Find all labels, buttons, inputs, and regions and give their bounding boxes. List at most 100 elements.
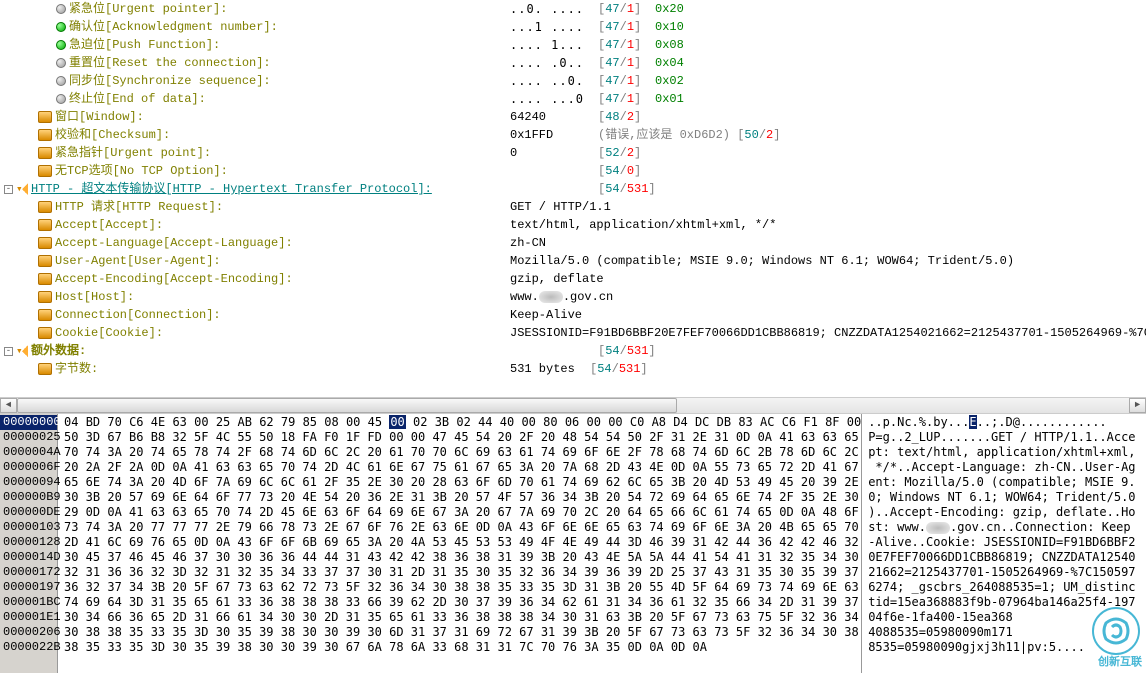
field-value: JSESSIONID=F91BD6BBF20E7FEF70066DD1CBB86… (510, 324, 1146, 342)
field-value: 0x1FFD (510, 126, 553, 144)
tree-row[interactable]: Accept-Language[Accept-Language]:zh-CN (0, 234, 1146, 252)
tree-row[interactable]: 重置位[Reset the connection]:.... .0..[47/1… (0, 54, 1146, 72)
hex-ascii-row[interactable]: 6274; _gscbrs_264088535=1; UM_distinc (868, 580, 1135, 595)
hex-bytes-row[interactable]: 74 69 64 3D 31 35 65 61 33 36 38 38 38 3… (64, 595, 861, 610)
hex-offset[interactable]: 00000025 (0, 430, 57, 445)
field-value: 531 bytes (510, 360, 575, 378)
hex-ascii-row[interactable]: st: www..gov.cn..Connection: Keep (868, 520, 1135, 535)
tree-row[interactable]: Connection[Connection]:Keep-Alive (0, 306, 1146, 324)
tree-row[interactable]: 同步位[Synchronize sequence]:.... ..0.[47/1… (0, 72, 1146, 90)
hex-offset[interactable]: 000000DE (0, 505, 57, 520)
hex-offset[interactable]: 00000128 (0, 535, 57, 550)
flag-on-icon (56, 40, 66, 50)
offset-length: [47/1] (598, 36, 641, 54)
tree-row[interactable]: 紧急位[Urgent pointer]:..0. ....[47/1]0x20 (0, 0, 1146, 18)
hex-bytes-row[interactable]: 29 0D 0A 41 63 63 65 70 74 2D 45 6E 63 6… (64, 505, 861, 520)
hex-bytes-row[interactable]: 73 74 3A 20 77 77 77 2E 79 66 78 73 2E 6… (64, 520, 861, 535)
tree-row[interactable]: 校验和[Checksum]:0x1FFD(错误,应该是 0xD6D2) [50/… (0, 126, 1146, 144)
hex-ascii-row[interactable]: 8535=05980090gjxj3h11|pv:5.... (868, 640, 1135, 655)
tree-row[interactable]: 急迫位[Push Function]:.... 1...[47/1]0x08 (0, 36, 1146, 54)
field-label: 确认位[Acknowledgment number]: (69, 18, 278, 36)
hex-ascii-row[interactable]: 21662=2125437701-1505264969-%7C150597 (868, 565, 1135, 580)
hex-offset[interactable]: 0000004A (0, 445, 57, 460)
hex-offset[interactable]: 00000103 (0, 520, 57, 535)
hex-value: 0x08 (655, 36, 684, 54)
hex-offset[interactable]: 0000006F (0, 460, 57, 475)
hex-bytes-row[interactable]: 50 3D 67 B6 B8 32 5F 4C 55 50 18 FA F0 1… (64, 430, 861, 445)
hex-ascii-row[interactable]: 4088535=05980090m171 (868, 625, 1135, 640)
hex-ascii-row[interactable]: 0; Windows NT 6.1; WOW64; Trident/5.0 (868, 490, 1135, 505)
offset-length: [54/531] (598, 180, 656, 198)
hex-ascii-row[interactable]: 04f6e-1fa400-15ea368 (868, 610, 1135, 625)
scroll-track[interactable] (17, 398, 1129, 413)
tree-row[interactable]: 终止位[End of data]:.... ...0[47/1]0x01 (0, 90, 1146, 108)
hex-ascii-row[interactable]: tid=15ea368883f9b-07964ba146a25f4-197 (868, 595, 1135, 610)
tree-row[interactable]: -HTTP - 超文本传输协议[HTTP - Hypertext Transfe… (0, 180, 1146, 198)
scroll-left-button[interactable]: ◄ (0, 398, 17, 413)
tree-row[interactable]: 字节数:531 bytes[54/531] (0, 360, 1146, 378)
hex-bytes-row[interactable]: 30 3B 20 57 69 6E 64 6F 77 73 20 4E 54 2… (64, 490, 861, 505)
field-value: zh-CN (510, 234, 546, 252)
field-icon (38, 147, 52, 159)
tree-row[interactable]: 确认位[Acknowledgment number]:...1 ....[47/… (0, 18, 1146, 36)
hex-ascii-row[interactable]: 0E7FEF70066DD1CBB86819; CNZZDATA12540 (868, 550, 1135, 565)
tree-row[interactable]: Accept-Encoding[Accept-Encoding]:gzip, d… (0, 270, 1146, 288)
tree-row[interactable]: 无TCP选项[No TCP Option]:[54/0] (0, 162, 1146, 180)
field-value: Keep-Alive (510, 306, 582, 324)
hex-offset[interactable]: 000001E1 (0, 610, 57, 625)
tree-row[interactable]: -额外数据:[54/531] (0, 342, 1146, 360)
hex-offset[interactable]: 00000172 (0, 565, 57, 580)
tree-row[interactable]: HTTP 请求[HTTP Request]:GET / HTTP/1.1 (0, 198, 1146, 216)
tree-row[interactable]: 窗口[Window]:64240[48/2] (0, 108, 1146, 126)
field-label: Accept[Accept]: (55, 216, 163, 234)
scroll-right-button[interactable]: ► (1129, 398, 1146, 413)
tree-expander[interactable]: - (4, 185, 13, 194)
hex-ascii-row[interactable]: -Alive..Cookie: JSESSIONID=F91BD6BBF2 (868, 535, 1135, 550)
hex-bytes-row[interactable]: 65 6E 74 3A 20 4D 6F 7A 69 6C 6C 61 2F 3… (64, 475, 861, 490)
hex-offset[interactable]: 00000000 (0, 415, 57, 430)
field-value: GET / HTTP/1.1 (510, 198, 611, 216)
field-value: gzip, deflate (510, 270, 604, 288)
hex-offset[interactable]: 00000206 (0, 625, 57, 640)
hex-bytes-row[interactable]: 2D 41 6C 69 76 65 0D 0A 43 6F 6F 6B 69 6… (64, 535, 861, 550)
hex-ascii-row[interactable]: */*..Accept-Language: zh-CN..User-Ag (868, 460, 1135, 475)
hex-bytes-row[interactable]: 04 BD 70 C6 4E 63 00 25 AB 62 79 85 08 0… (64, 415, 861, 430)
offset-length: [54/531] (598, 342, 656, 360)
hex-offset[interactable]: 000000B9 (0, 490, 57, 505)
hex-ascii-column[interactable]: ..p.Nc.%.by...E..;.D@............P=g..2_… (862, 414, 1135, 673)
hex-ascii-row[interactable]: ent: Mozilla/5.0 (compatible; MSIE 9. (868, 475, 1135, 490)
field-label: 急迫位[Push Function]: (69, 36, 220, 54)
tree-row[interactable]: Accept[Accept]:text/html, application/xh… (0, 216, 1146, 234)
hex-offset[interactable]: 00000197 (0, 580, 57, 595)
tree-row[interactable]: Cookie[Cookie]:JSESSIONID=F91BD6BBF20E7F… (0, 324, 1146, 342)
hex-bytes-row[interactable]: 70 74 3A 20 74 65 78 74 2F 68 74 6D 6C 2… (64, 445, 861, 460)
hex-ascii-row[interactable]: )..Accept-Encoding: gzip, deflate..Ho (868, 505, 1135, 520)
horizontal-scrollbar[interactable]: ◄ ► (0, 397, 1146, 414)
hex-offset[interactable]: 0000022B (0, 640, 57, 655)
hex-bytes-row[interactable]: 32 31 36 36 32 3D 32 31 32 35 34 33 37 3… (64, 565, 861, 580)
tree-expander[interactable]: - (4, 347, 13, 356)
hex-bytes-row[interactable]: 30 38 38 35 33 35 3D 30 35 39 38 30 30 3… (64, 625, 861, 640)
tree-row[interactable]: 紧急指针[Urgent point]:0[52/2] (0, 144, 1146, 162)
tree-row[interactable]: User-Agent[User-Agent]:Mozilla/5.0 (comp… (0, 252, 1146, 270)
hex-offset[interactable]: 00000094 (0, 475, 57, 490)
hex-offset[interactable]: 0000014D (0, 550, 57, 565)
hex-bytes-row[interactable]: 30 34 66 36 65 2D 31 66 61 34 30 30 2D 3… (64, 610, 861, 625)
hex-bytes-row[interactable]: 36 32 37 34 3B 20 5F 67 73 63 62 72 73 5… (64, 580, 861, 595)
hex-ascii-row[interactable]: ..p.Nc.%.by...E..;.D@............ (868, 415, 1135, 430)
hex-offset[interactable]: 000001BC (0, 595, 57, 610)
hex-bytes-row[interactable]: 30 45 37 46 45 46 37 30 30 36 36 44 44 3… (64, 550, 861, 565)
bit-pattern: .... .0.. (510, 54, 584, 72)
flag-off-icon (56, 76, 66, 86)
hex-offsets-column[interactable]: 00000000000000250000004A0000006F00000094… (0, 414, 58, 673)
scroll-thumb[interactable] (17, 398, 677, 413)
field-icon (38, 129, 52, 141)
hex-bytes-column[interactable]: 04 BD 70 C6 4E 63 00 25 AB 62 79 85 08 0… (58, 414, 862, 673)
hex-dump-pane: 00000000000000250000004A0000006F00000094… (0, 414, 1146, 673)
hex-bytes-row[interactable]: 20 2A 2F 2A 0D 0A 41 63 63 65 70 74 2D 4… (64, 460, 861, 475)
tree-row[interactable]: Host[Host]:www..gov.cn (0, 288, 1146, 306)
hex-ascii-row[interactable]: P=g..2_LUP.......GET / HTTP/1.1..Acce (868, 430, 1135, 445)
bit-pattern: ..0. .... (510, 0, 584, 18)
hex-bytes-row[interactable]: 38 35 33 35 3D 30 35 39 38 30 30 39 30 6… (64, 640, 861, 655)
hex-ascii-row[interactable]: pt: text/html, application/xhtml+xml, (868, 445, 1135, 460)
